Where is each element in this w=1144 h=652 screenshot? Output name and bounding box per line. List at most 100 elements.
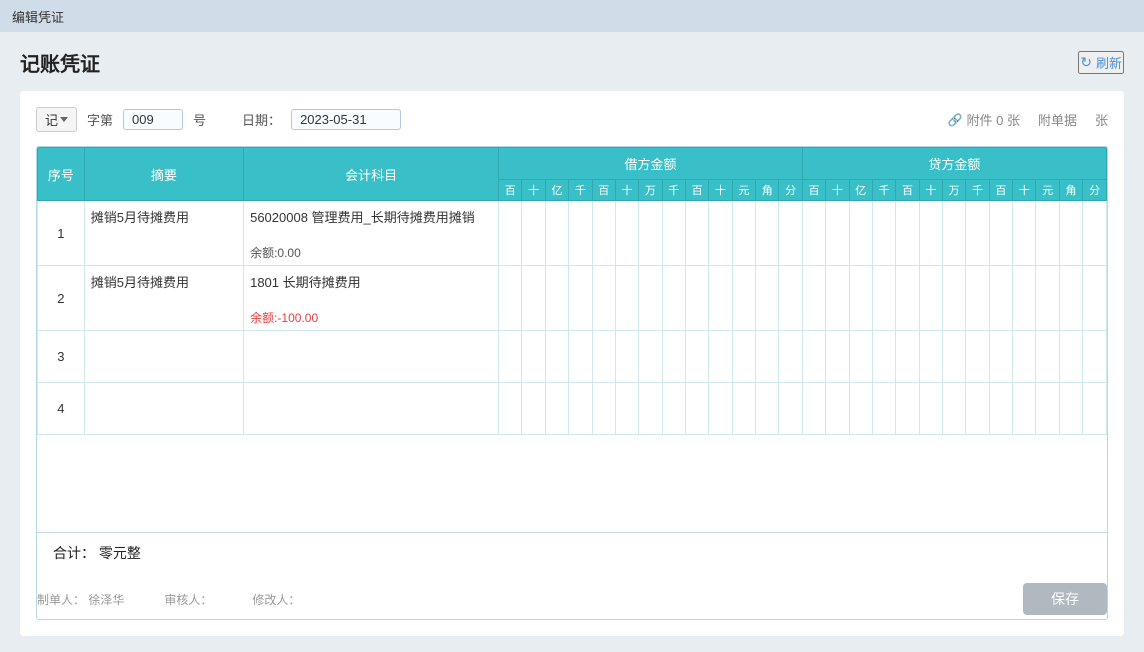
row2-c12[interactable]: [1059, 266, 1082, 331]
row4-c8[interactable]: [966, 383, 989, 435]
row1-c11[interactable]: [1036, 201, 1059, 266]
row3-c5[interactable]: [896, 331, 919, 383]
attachment-link[interactable]: 🔗 附件 0 张: [948, 110, 1020, 129]
row2-d3[interactable]: [545, 266, 568, 331]
row3-c13[interactable]: [1083, 331, 1107, 383]
row1-c3[interactable]: [849, 201, 872, 266]
row3-d5[interactable]: [592, 331, 615, 383]
row2-c7[interactable]: [943, 266, 966, 331]
row1-summary[interactable]: 摊销5月待摊费用: [84, 201, 243, 266]
row4-c2[interactable]: [826, 383, 849, 435]
row3-c3[interactable]: [849, 331, 872, 383]
row2-summary[interactable]: 摊销5月待摊费用: [84, 266, 243, 331]
row3-summary[interactable]: [84, 331, 243, 383]
row4-d10[interactable]: [709, 383, 732, 435]
row1-d3[interactable]: [545, 201, 568, 266]
row4-d2[interactable]: [522, 383, 545, 435]
row3-d9[interactable]: [685, 331, 708, 383]
row4-c10[interactable]: [1013, 383, 1036, 435]
row4-c4[interactable]: [872, 383, 895, 435]
row3-c12[interactable]: [1059, 331, 1082, 383]
row2-c8[interactable]: [966, 266, 989, 331]
row2-c6[interactable]: [919, 266, 942, 331]
row3-c7[interactable]: [943, 331, 966, 383]
row2-d5[interactable]: [592, 266, 615, 331]
row3-d12[interactable]: [756, 331, 779, 383]
row1-c13[interactable]: [1083, 201, 1107, 266]
row3-d7[interactable]: [639, 331, 662, 383]
row2-c3[interactable]: [849, 266, 872, 331]
row2-c1[interactable]: [802, 266, 825, 331]
row3-c1[interactable]: [802, 331, 825, 383]
row3-c11[interactable]: [1036, 331, 1059, 383]
row4-d5[interactable]: [592, 383, 615, 435]
row4-c6[interactable]: [919, 383, 942, 435]
row2-c10[interactable]: [1013, 266, 1036, 331]
row4-c3[interactable]: [849, 383, 872, 435]
row1-d1[interactable]: [499, 201, 522, 266]
row4-d11[interactable]: [732, 383, 755, 435]
row1-c6[interactable]: [919, 201, 942, 266]
row3-d2[interactable]: [522, 331, 545, 383]
row2-c13[interactable]: [1083, 266, 1107, 331]
row2-c5[interactable]: [896, 266, 919, 331]
table-row[interactable]: 1 摊销5月待摊费用 56020008 管理费用_长期待摊费用摊销 余额:0.0…: [38, 201, 1107, 266]
voucher-type-button[interactable]: 记: [36, 107, 77, 132]
row2-d12[interactable]: [756, 266, 779, 331]
row4-c5[interactable]: [896, 383, 919, 435]
row3-d6[interactable]: [615, 331, 638, 383]
row4-c1[interactable]: [802, 383, 825, 435]
row4-account[interactable]: [244, 383, 499, 435]
row3-d3[interactable]: [545, 331, 568, 383]
date-input[interactable]: [291, 109, 401, 130]
row1-c1[interactable]: [802, 201, 825, 266]
row1-d7[interactable]: [639, 201, 662, 266]
row3-c10[interactable]: [1013, 331, 1036, 383]
row3-d1[interactable]: [499, 331, 522, 383]
row1-c12[interactable]: [1059, 201, 1082, 266]
row1-account[interactable]: 56020008 管理费用_长期待摊费用摊销 余额:0.00: [244, 201, 499, 266]
row3-c8[interactable]: [966, 331, 989, 383]
row4-d3[interactable]: [545, 383, 568, 435]
row1-d12[interactable]: [756, 201, 779, 266]
row4-d9[interactable]: [685, 383, 708, 435]
row1-c7[interactable]: [943, 201, 966, 266]
row3-c9[interactable]: [989, 331, 1012, 383]
row1-c4[interactable]: [872, 201, 895, 266]
row2-d9[interactable]: [685, 266, 708, 331]
row1-c5[interactable]: [896, 201, 919, 266]
row3-d8[interactable]: [662, 331, 685, 383]
save-button[interactable]: 保存: [1023, 583, 1107, 615]
row1-d2[interactable]: [522, 201, 545, 266]
row2-account[interactable]: 1801 长期待摊费用 余额:-100.00: [244, 266, 499, 331]
row1-c10[interactable]: [1013, 201, 1036, 266]
table-row[interactable]: 3: [38, 331, 1107, 383]
row1-d9[interactable]: [685, 201, 708, 266]
row2-d10[interactable]: [709, 266, 732, 331]
row1-c8[interactable]: [966, 201, 989, 266]
row1-d13[interactable]: [779, 201, 802, 266]
row4-d1[interactable]: [499, 383, 522, 435]
row1-d4[interactable]: [569, 201, 592, 266]
row2-c11[interactable]: [1036, 266, 1059, 331]
attachment-sheet-link[interactable]: 附单据: [1038, 110, 1077, 129]
row4-c9[interactable]: [989, 383, 1012, 435]
row1-c2[interactable]: [826, 201, 849, 266]
row4-d7[interactable]: [639, 383, 662, 435]
row1-d8[interactable]: [662, 201, 685, 266]
row2-d8[interactable]: [662, 266, 685, 331]
row2-d7[interactable]: [639, 266, 662, 331]
row2-d6[interactable]: [615, 266, 638, 331]
row2-d13[interactable]: [779, 266, 802, 331]
row4-d13[interactable]: [779, 383, 802, 435]
table-wrapper[interactable]: 序号 摘要 会计科目 借方金额 贷方金额 百 十 亿 千: [37, 147, 1107, 532]
row3-c2[interactable]: [826, 331, 849, 383]
row2-c4[interactable]: [872, 266, 895, 331]
row1-d11[interactable]: [732, 201, 755, 266]
row4-d8[interactable]: [662, 383, 685, 435]
row2-d4[interactable]: [569, 266, 592, 331]
row3-account[interactable]: [244, 331, 499, 383]
row3-c6[interactable]: [919, 331, 942, 383]
row2-d1[interactable]: [499, 266, 522, 331]
row4-summary[interactable]: [84, 383, 243, 435]
